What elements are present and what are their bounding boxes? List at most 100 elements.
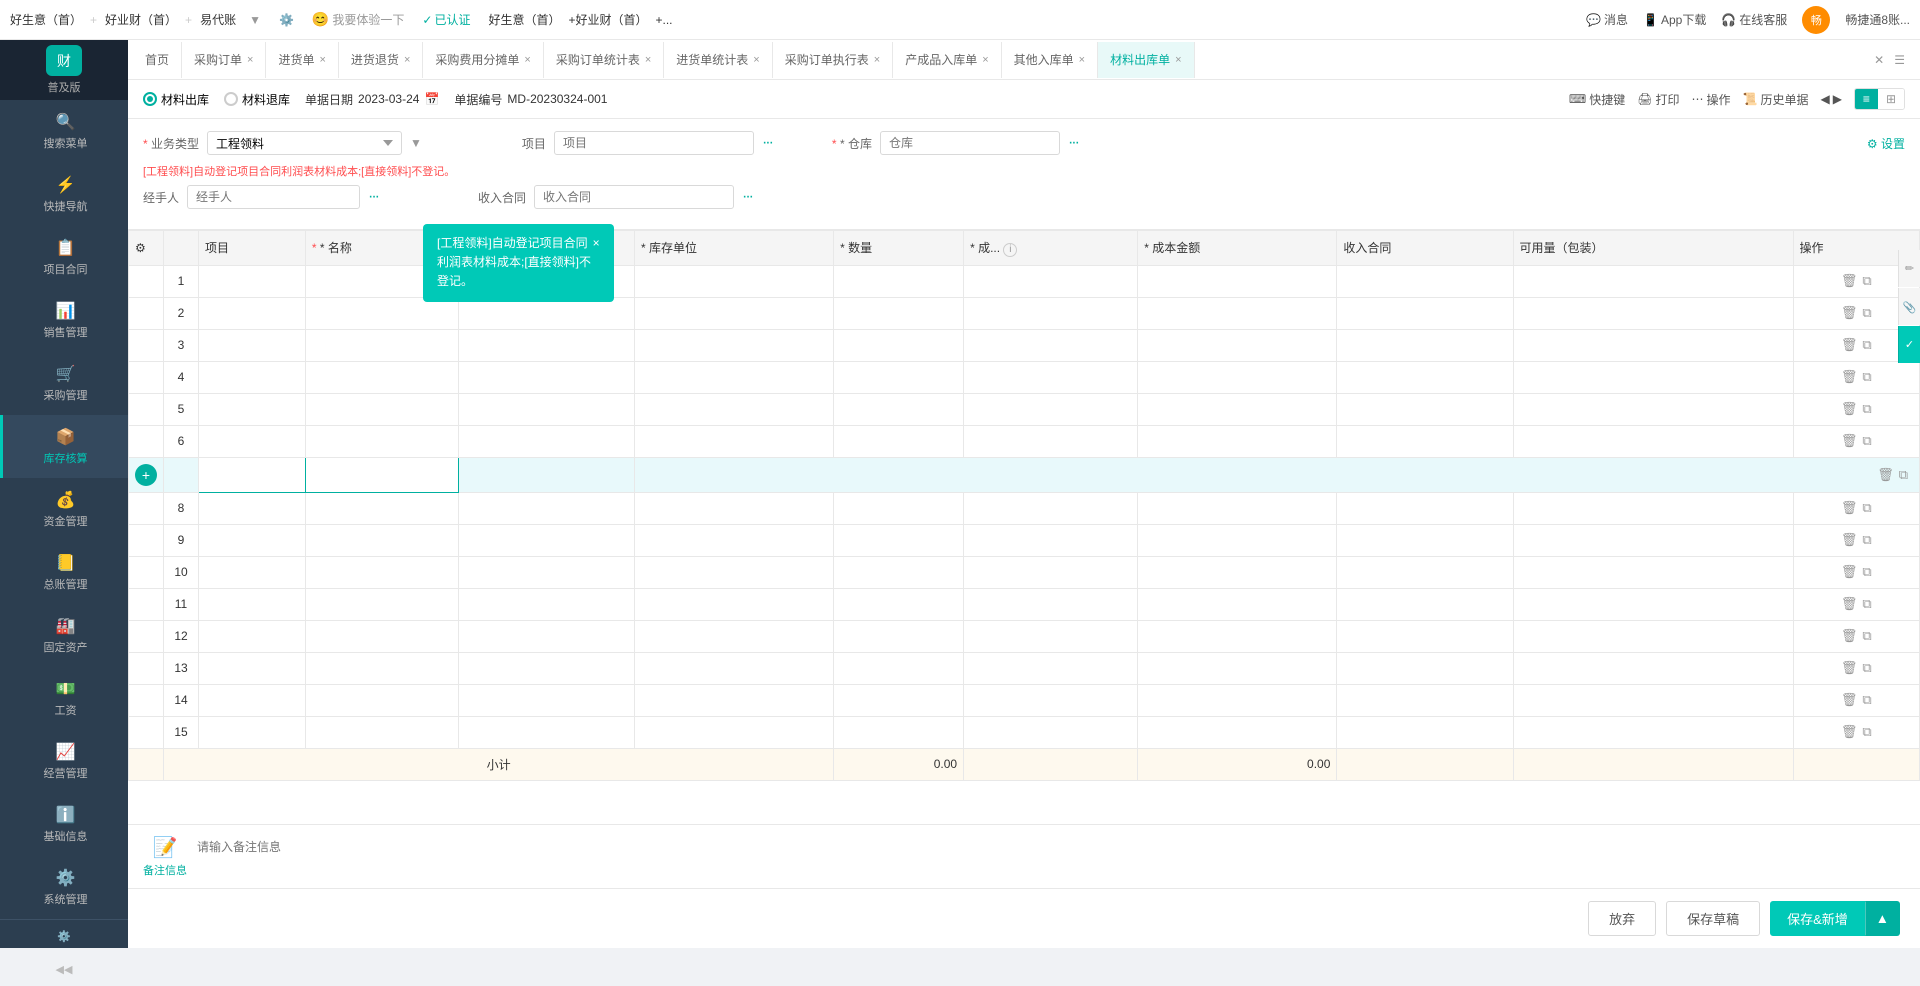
history-btn[interactable]: 📜 历史单据 [1742, 91, 1808, 108]
row-cost-amount[interactable] [1138, 297, 1337, 329]
row-income-contract[interactable] [1337, 297, 1513, 329]
delete-row-btn[interactable]: 🗑 [1841, 305, 1858, 321]
sidebar-item-project[interactable]: 📋 项目合同 [0, 226, 128, 289]
handler-input[interactable] [187, 185, 360, 209]
radio-material-return[interactable]: 材料退库 [224, 91, 290, 108]
experience-btn[interactable]: 😊 我要体验一下 [312, 11, 404, 28]
row-qty[interactable] [834, 265, 964, 297]
tab-finished-goods[interactable]: 产成品入库单 × [893, 42, 1001, 78]
tab-purchase-expense[interactable]: 采购费用分摊单 × [423, 42, 543, 78]
row-cost-amount[interactable] [1138, 524, 1337, 556]
topbar-link-2[interactable]: 好业财（首） [105, 11, 177, 28]
sidebar-item-management[interactable]: 📈 经营管理 [0, 730, 128, 793]
copy-row-btn[interactable]: ⧉ [1862, 660, 1871, 676]
tab-purchase-order-stats[interactable]: 采购订单统计表 × [544, 42, 664, 78]
tab-material-issue[interactable]: 材料出库单 × [1098, 42, 1194, 78]
row-qty[interactable] [834, 492, 964, 524]
row-available-qty[interactable] [1513, 297, 1793, 329]
handler-dots-btn[interactable]: ··· [368, 188, 378, 206]
warehouse-input[interactable] [880, 131, 1060, 155]
row-name[interactable] [305, 684, 458, 716]
row-available-qty[interactable] [1513, 524, 1793, 556]
row-cost-amount[interactable] [1138, 492, 1337, 524]
row-income-contract[interactable] [1337, 524, 1513, 556]
tab-goods-stats[interactable]: 进货单统计表 × [664, 42, 772, 78]
row-unit[interactable] [634, 620, 833, 652]
delete-row-btn[interactable]: 🗑 [1841, 273, 1858, 289]
topbar-link-6[interactable]: +... [655, 13, 672, 27]
row-available-qty[interactable] [1513, 265, 1793, 297]
row-cost[interactable] [964, 588, 1138, 620]
settings-icon[interactable]: ⚙️ [279, 13, 294, 27]
row-available-qty[interactable] [1513, 361, 1793, 393]
tab-goods-return[interactable]: 进货退货 × [339, 42, 423, 78]
row-qty[interactable] [834, 716, 964, 748]
right-tool-notes[interactable]: ✏ [1898, 250, 1920, 287]
row-project[interactable] [199, 393, 306, 425]
row-available-qty[interactable] [1513, 425, 1793, 457]
topbar-dropdown[interactable]: ▼ [249, 13, 261, 27]
tab-menu[interactable]: ☰ [1894, 53, 1905, 67]
row-project[interactable] [199, 297, 306, 329]
row-project[interactable] [199, 492, 306, 524]
online-service-btn[interactable]: 🎧 在线客服 [1721, 11, 1787, 28]
row-cost-amount[interactable] [1138, 393, 1337, 425]
row-project[interactable] [199, 329, 306, 361]
row-qty[interactable] [834, 652, 964, 684]
row-available-qty[interactable] [1513, 393, 1793, 425]
delete-row-btn[interactable]: 🗑 [1841, 660, 1858, 676]
app-download-btn[interactable]: 📱 App下载 [1643, 11, 1706, 28]
row-qty[interactable] [834, 297, 964, 329]
tab-close-all[interactable]: ✕ [1874, 53, 1884, 67]
tooltip-close-btn[interactable]: × [593, 234, 600, 253]
business-type-input[interactable] [207, 131, 402, 155]
row-name[interactable] [305, 361, 458, 393]
row-spec[interactable] [458, 297, 634, 329]
row-cost[interactable] [964, 492, 1138, 524]
delete-row-btn[interactable]: 🗑 [1841, 596, 1858, 612]
copy-row-btn[interactable]: ⧉ [1862, 724, 1871, 740]
row-cost-amount[interactable] [1138, 684, 1337, 716]
copy-row-btn[interactable]: ⧉ [1899, 467, 1908, 483]
tab-close-icon[interactable]: × [319, 54, 325, 66]
tab-goods-receipt[interactable]: 进货单 × [266, 42, 338, 78]
row-name[interactable] [305, 716, 458, 748]
row-add-col1[interactable] [199, 457, 306, 492]
row-project[interactable] [199, 716, 306, 748]
dropdown-icon[interactable]: ▼ [410, 136, 422, 150]
radio-material-out[interactable]: 材料出库 [143, 91, 209, 108]
row-project[interactable] [199, 588, 306, 620]
topbar-link-1[interactable]: 好生意（首） [10, 11, 82, 28]
prev-btn[interactable]: ◀ [1820, 92, 1829, 106]
tab-close-icon[interactable]: × [1175, 54, 1181, 66]
copy-row-btn[interactable]: ⧉ [1862, 337, 1871, 353]
sidebar-item-assets[interactable]: 🏭 固定资产 [0, 604, 128, 667]
row-available-qty[interactable] [1513, 329, 1793, 361]
tab-close-icon[interactable]: × [982, 54, 988, 66]
delete-row-btn[interactable]: 🗑 [1841, 532, 1858, 548]
row-available-qty[interactable] [1513, 620, 1793, 652]
sidebar-item-system[interactable]: ⚙️ 系统管理 [0, 856, 128, 919]
save-draft-btn[interactable]: 保存草稿 [1666, 901, 1760, 936]
tab-purchase-order[interactable]: 采购订单 × [182, 42, 266, 78]
row-available-qty[interactable] [1513, 556, 1793, 588]
tab-purchase-exec[interactable]: 采购订单执行表 × [773, 42, 893, 78]
row-income-contract[interactable] [1337, 492, 1513, 524]
row-spec[interactable] [458, 492, 634, 524]
row-cost[interactable] [964, 556, 1138, 588]
form-settings-btn[interactable]: ⚙ 设置 [1867, 137, 1905, 151]
row-cost[interactable] [964, 329, 1138, 361]
row-spec[interactable] [458, 329, 634, 361]
row-cost[interactable] [964, 297, 1138, 329]
row-project[interactable] [199, 265, 306, 297]
row-qty[interactable] [834, 425, 964, 457]
row-cost[interactable] [964, 393, 1138, 425]
row-available-qty[interactable] [1513, 492, 1793, 524]
row-name[interactable] [305, 652, 458, 684]
row-name[interactable] [305, 492, 458, 524]
row-project[interactable] [199, 684, 306, 716]
right-tool-active[interactable]: ✓ [1898, 326, 1920, 363]
row-unit[interactable] [634, 684, 833, 716]
copy-row-btn[interactable]: ⧉ [1862, 500, 1871, 516]
row-cost[interactable] [964, 524, 1138, 556]
